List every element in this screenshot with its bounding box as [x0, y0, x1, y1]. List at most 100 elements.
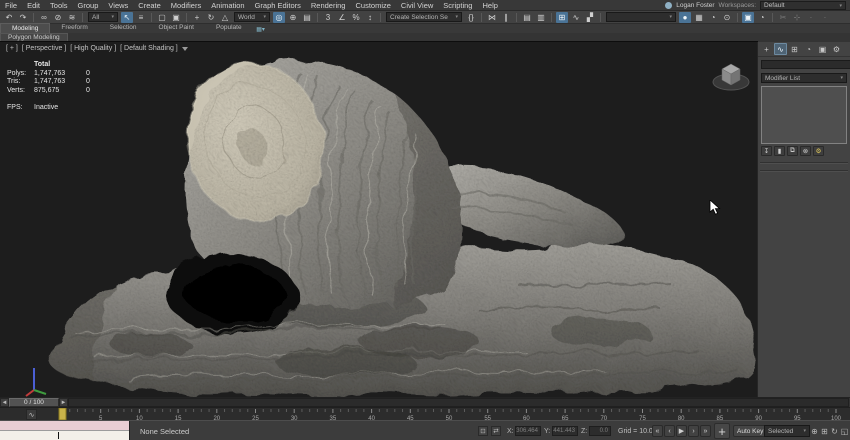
- maximize-viewport-toggle-icon[interactable]: ◱: [840, 425, 849, 437]
- make-unique-icon[interactable]: ⧉: [787, 146, 798, 156]
- selection-lock-toggle-icon[interactable]: ⊡: [478, 426, 488, 436]
- zoom-tool-icon[interactable]: ⊕: [810, 425, 819, 437]
- go-to-end-button[interactable]: »: [700, 425, 711, 437]
- named-selection-sets-dropdown[interactable]: Create Selection Se: [386, 12, 462, 22]
- menu-rendering[interactable]: Rendering: [306, 0, 351, 11]
- spinner-snap-icon[interactable]: ↕: [364, 12, 376, 23]
- listener-macro-row[interactable]: [0, 421, 129, 431]
- curve-editor-icon[interactable]: ∿: [570, 12, 582, 23]
- next-frame-button[interactable]: ›: [688, 425, 699, 437]
- viewcube[interactable]: [709, 54, 753, 98]
- extra-tool-3-icon[interactable]: ·: [805, 12, 817, 23]
- menu-tools[interactable]: Tools: [45, 0, 73, 11]
- material-editor-icon[interactable]: ●: [679, 12, 691, 23]
- time-slider-next-button[interactable]: ►: [59, 398, 68, 407]
- angle-snap-icon[interactable]: ∠: [336, 12, 348, 23]
- percent-snap-icon[interactable]: %: [350, 12, 362, 23]
- snap-toggle-3d-icon[interactable]: 3: [322, 12, 334, 23]
- orbit-icon[interactable]: ↻: [830, 425, 839, 437]
- play-button[interactable]: ▶: [676, 425, 687, 437]
- maxscript-mini-listener[interactable]: [0, 421, 130, 440]
- menu-graph-editors[interactable]: Graph Editors: [250, 0, 306, 11]
- menu-modifiers[interactable]: Modifiers: [166, 0, 206, 11]
- menu-create[interactable]: Create: [133, 0, 166, 11]
- extra-tool-1-icon[interactable]: ✂: [777, 12, 789, 23]
- toggle-ribbon-icon[interactable]: ⊞: [556, 12, 568, 23]
- extra-tool-2-icon[interactable]: ⊹: [791, 12, 803, 23]
- menu-civil-view[interactable]: Civil View: [396, 0, 438, 11]
- panel-tab-display[interactable]: ▣: [816, 43, 829, 55]
- reference-coordinate-system-dropdown[interactable]: World: [234, 12, 270, 22]
- time-slider-track[interactable]: [68, 398, 849, 407]
- window-crossing-icon[interactable]: ▣: [170, 12, 182, 23]
- remove-modifier-icon[interactable]: ⊗: [800, 146, 811, 156]
- ribbon-tab-modeling[interactable]: Modeling: [0, 23, 50, 33]
- pin-stack-icon[interactable]: ↧: [761, 146, 772, 156]
- selection-filter-dropdown[interactable]: All: [88, 12, 118, 22]
- ribbon-tab-selection[interactable]: Selection: [99, 23, 148, 33]
- layer-manager-icon[interactable]: ▤: [521, 12, 533, 23]
- use-pivot-point-center-icon[interactable]: ◎: [273, 12, 285, 23]
- select-and-link-icon[interactable]: ∞: [38, 12, 50, 23]
- menu-customize[interactable]: Customize: [350, 0, 395, 11]
- track-bar[interactable]: ∿ 05101520253035404550556065707580859095…: [0, 407, 850, 420]
- ribbon-tab-object-paint[interactable]: Object Paint: [148, 23, 205, 33]
- menu-animation[interactable]: Animation: [206, 0, 249, 11]
- viewport-shading-menu[interactable]: [ Default Shading ]: [120, 45, 178, 52]
- auto-key-button[interactable]: Auto Key: [733, 425, 767, 437]
- go-to-start-button[interactable]: «: [652, 425, 663, 437]
- set-key-button[interactable]: +: [714, 423, 730, 439]
- show-end-result-icon[interactable]: ▮: [774, 146, 785, 156]
- current-frame-marker[interactable]: [59, 408, 66, 420]
- edit-named-selection-sets-icon[interactable]: {}: [465, 12, 477, 23]
- select-and-manipulate-icon[interactable]: ⊕: [287, 12, 299, 23]
- key-mode-dropdown[interactable]: Selected: [764, 425, 810, 437]
- menu-edit[interactable]: Edit: [22, 0, 45, 11]
- perspective-viewport[interactable]: [ + ] [ Perspective ] [ High Quality ] […: [0, 42, 757, 397]
- panel-tab-utilities[interactable]: ⚙: [830, 43, 843, 55]
- align-icon[interactable]: ∥: [500, 12, 512, 23]
- time-slider-handle[interactable]: 0 / 100: [9, 398, 59, 407]
- absolute-offset-toggle-icon[interactable]: ⇄: [491, 426, 501, 436]
- viewport-general-menu[interactable]: [ + ]: [6, 45, 18, 52]
- undo-icon[interactable]: ↶: [3, 12, 15, 23]
- modifier-list-dropdown[interactable]: Modifier List: [761, 73, 847, 83]
- object-name-field[interactable]: [761, 60, 850, 69]
- listener-script-row[interactable]: [0, 431, 129, 440]
- polygon-modeling-panel-tab[interactable]: Polygon Modeling: [0, 33, 68, 42]
- time-slider-prev-button[interactable]: ◄: [0, 398, 9, 407]
- schematic-view-icon[interactable]: ▞: [584, 12, 596, 23]
- viewport-filter-icon[interactable]: [182, 47, 188, 51]
- workspace-dropdown[interactable]: Default: [760, 1, 846, 10]
- render-production-icon[interactable]: ⊙: [721, 12, 733, 23]
- keyboard-shortcut-override-icon[interactable]: ▤: [301, 12, 313, 23]
- render-last-icon[interactable]: ◔: [756, 12, 768, 23]
- x-coordinate-field[interactable]: 306.464: [515, 426, 541, 436]
- viewport-quality-menu[interactable]: [ High Quality ]: [70, 45, 116, 52]
- previous-frame-button[interactable]: ‹: [664, 425, 675, 437]
- select-and-scale-icon[interactable]: △: [219, 12, 231, 23]
- ribbon-tab-freeform[interactable]: Freeform: [50, 23, 98, 33]
- select-by-name-icon[interactable]: ≡: [135, 12, 147, 23]
- zoom-extents-icon[interactable]: ⊞: [820, 425, 829, 437]
- toolbar-unlabeled-dropdown[interactable]: [606, 12, 676, 22]
- panel-tab-hierarchy[interactable]: ⊞: [788, 43, 801, 55]
- menu-file[interactable]: File: [0, 0, 22, 11]
- menu-scripting[interactable]: Scripting: [438, 0, 477, 11]
- panel-tab-modify[interactable]: ∿: [774, 43, 787, 55]
- render-setup-icon[interactable]: ▦: [693, 12, 705, 23]
- render-in-cloud-icon[interactable]: ▣: [742, 12, 754, 23]
- configure-modifier-sets-icon[interactable]: ⚙: [813, 146, 824, 156]
- unlink-selection-icon[interactable]: ⊘: [52, 12, 64, 23]
- select-and-move-icon[interactable]: +: [191, 12, 203, 23]
- extra-tool-4-icon[interactable]: ·: [819, 12, 831, 23]
- ribbon-overflow-icon[interactable]: ▦▾: [253, 26, 269, 33]
- menu-help[interactable]: Help: [477, 0, 502, 11]
- redo-icon[interactable]: ↷: [17, 12, 29, 23]
- menu-group[interactable]: Group: [73, 0, 104, 11]
- signed-in-user[interactable]: Logan Foster: [676, 2, 714, 9]
- rectangular-selection-region-icon[interactable]: ▢: [156, 12, 168, 23]
- panel-tab-create[interactable]: +: [760, 43, 773, 55]
- select-object-icon[interactable]: ↖: [121, 12, 133, 23]
- z-coordinate-field[interactable]: 0.0: [589, 426, 611, 436]
